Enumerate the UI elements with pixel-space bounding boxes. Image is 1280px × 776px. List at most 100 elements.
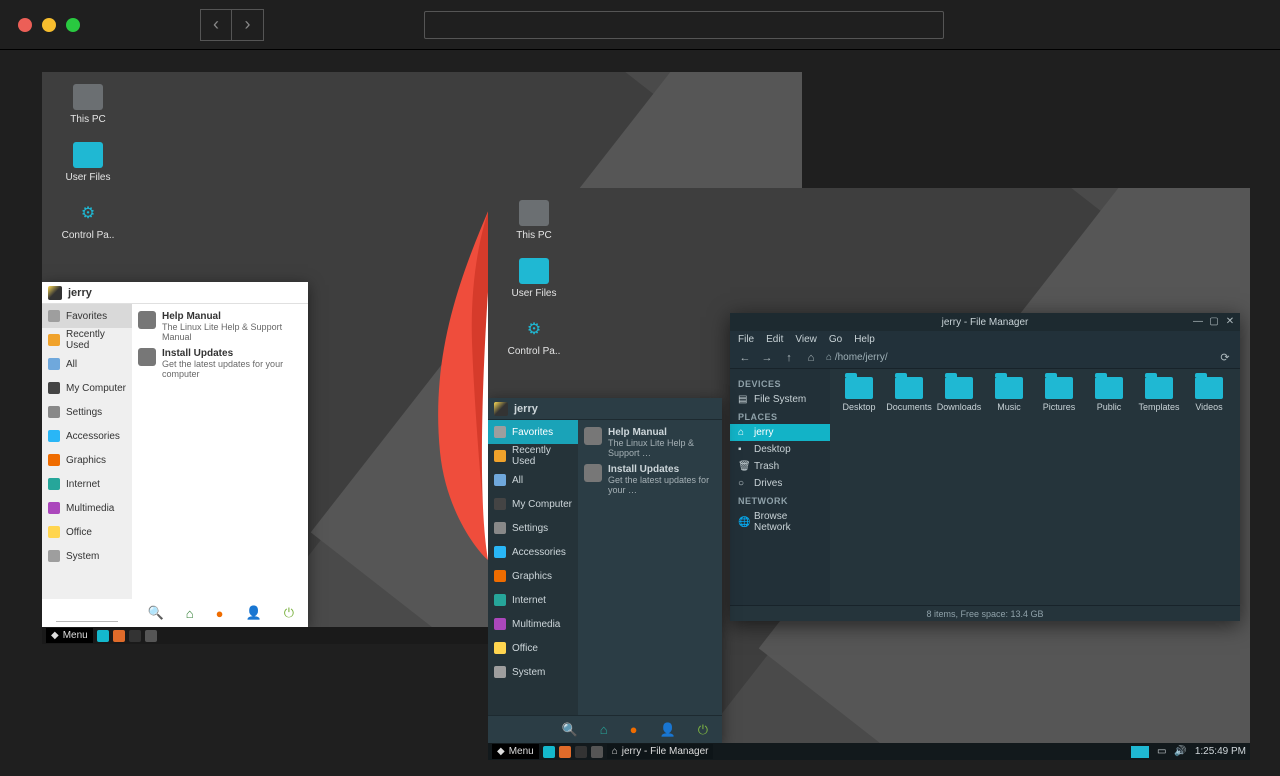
fm-up-button[interactable]: ↑ [782, 352, 796, 364]
taskbar-menu-button[interactable]: ◆Menu [46, 628, 93, 643]
close-dot[interactable] [18, 18, 32, 32]
start-menu-category[interactable]: Internet [42, 472, 132, 496]
fm-side-item[interactable]: ▪Desktop [730, 441, 830, 458]
lock-icon[interactable]: ● [216, 606, 224, 621]
fm-menu-item[interactable]: Help [854, 334, 875, 345]
folder-icon [1195, 377, 1223, 399]
desktop-icon-gear[interactable]: ⚙Control Pa.. [504, 316, 564, 357]
taskbar-menu-button[interactable]: ◆Menu [492, 744, 539, 759]
fm-minimize-button[interactable]: — [1192, 315, 1204, 327]
start-menu-category[interactable]: My Computer [42, 376, 132, 400]
fm-refresh-button[interactable]: ⟳ [1218, 351, 1232, 364]
start-menu-category[interactable]: System [42, 544, 132, 568]
start-menu-category[interactable]: Favorites [42, 304, 132, 328]
start-menu-category[interactable]: All [488, 468, 578, 492]
desktop-icon: ▪ [738, 444, 748, 455]
start-menu-category[interactable]: Office [42, 520, 132, 544]
desktop-icon-pc[interactable]: This PC [504, 200, 564, 241]
search-icon[interactable]: 🔍 [562, 722, 578, 738]
start-menu-category[interactable]: Settings [488, 516, 578, 540]
taskbar-firefox-icon[interactable] [113, 630, 125, 642]
start-menu-app[interactable]: Install UpdatesGet the latest updates fo… [136, 345, 304, 382]
tray-display-icon[interactable]: ▭ [1157, 746, 1166, 757]
fm-menubar: File Edit View Go Help [730, 331, 1240, 347]
category-label: Internet [512, 595, 546, 606]
nav-back-button[interactable]: ‹ [200, 9, 232, 41]
user-icon[interactable]: 👤 [660, 722, 676, 738]
fm-folder[interactable]: Downloads [934, 377, 984, 412]
fm-folder[interactable]: Public [1084, 377, 1134, 412]
start-menu-app[interactable]: Help ManualThe Linux Lite Help & Support… [136, 308, 304, 345]
fm-folder[interactable]: Pictures [1034, 377, 1084, 412]
taskbar-filemanager-icon[interactable] [97, 630, 109, 642]
start-menu-category[interactable]: Accessories [488, 540, 578, 564]
app-title: Install Updates [162, 348, 302, 359]
start-menu-search[interactable] [56, 604, 118, 622]
tray-volume-icon[interactable]: 🔊 [1174, 746, 1186, 757]
taskbar-firefox-icon[interactable] [559, 746, 571, 758]
taskbar-terminal-icon[interactable] [129, 630, 141, 642]
fm-side-item[interactable]: 🗑Trash [730, 458, 830, 475]
start-menu-category[interactable]: Graphics [488, 564, 578, 588]
search-icon[interactable]: 🔍 [148, 605, 164, 621]
desktop-icon-folder[interactable]: User Files [58, 142, 118, 183]
start-menu-category[interactable]: Multimedia [42, 496, 132, 520]
start-menu-category[interactable]: Office [488, 636, 578, 660]
start-menu-category[interactable]: Settings [42, 400, 132, 424]
taskbar-task-filemanager[interactable]: ⌂jerry - File Manager [607, 744, 714, 759]
lock-icon[interactable]: ● [630, 722, 638, 737]
taskbar-app-icon[interactable] [145, 630, 157, 642]
taskbar-app-icon[interactable] [591, 746, 603, 758]
start-menu-category[interactable]: Graphics [42, 448, 132, 472]
fm-folder[interactable]: Templates [1134, 377, 1184, 412]
fm-folder[interactable]: Desktop [834, 377, 884, 412]
taskbar-filemanager-icon[interactable] [543, 746, 555, 758]
folder-label: Videos [1184, 402, 1234, 412]
power-icon[interactable]: ⏻ [698, 722, 708, 738]
fm-side-item[interactable]: ⌂jerry [730, 424, 830, 441]
fm-maximize-button[interactable]: ▢ [1208, 315, 1220, 327]
fm-menu-item[interactable]: View [795, 334, 817, 345]
user-icon[interactable]: 👤 [246, 605, 262, 621]
start-menu-app[interactable]: Install UpdatesGet the latest updates fo… [582, 461, 718, 498]
workspace-indicator[interactable] [1131, 746, 1149, 758]
start-menu-category[interactable]: Internet [488, 588, 578, 612]
fm-forward-button[interactable]: → [760, 352, 774, 364]
fm-folder[interactable]: Videos [1184, 377, 1234, 412]
nav-forward-button[interactable]: › [232, 9, 264, 41]
start-menu-category[interactable]: My Computer [488, 492, 578, 516]
taskbar-terminal-icon[interactable] [575, 746, 587, 758]
start-menu-category[interactable]: System [488, 660, 578, 684]
fm-side-item[interactable]: ▤File System [730, 391, 830, 408]
start-menu-category[interactable]: Favorites [488, 420, 578, 444]
fm-path[interactable]: ⌂ /home/jerry/ [826, 352, 1210, 363]
trash-icon: 🗑 [738, 461, 748, 472]
home-icon[interactable]: ⌂ [186, 606, 194, 621]
fm-menu-item[interactable]: Go [829, 334, 842, 345]
start-menu-category[interactable]: Accessories [42, 424, 132, 448]
address-bar[interactable] [424, 11, 944, 39]
fm-folder[interactable]: Music [984, 377, 1034, 412]
fm-home-button[interactable]: ⌂ [804, 352, 818, 364]
desktop-icon-gear[interactable]: ⚙Control Pa.. [58, 200, 118, 241]
start-menu-category[interactable]: Recently Used [488, 444, 578, 468]
category-label: Multimedia [66, 503, 114, 514]
desktop-icon-pc[interactable]: This PC [58, 84, 118, 125]
fm-folder[interactable]: Documents [884, 377, 934, 412]
start-menu-category[interactable]: Multimedia [488, 612, 578, 636]
desktop-icon-folder[interactable]: User Files [504, 258, 564, 299]
fm-back-button[interactable]: ← [738, 352, 752, 364]
fm-menu-item[interactable]: Edit [766, 334, 783, 345]
fm-close-button[interactable]: ✕ [1224, 315, 1236, 327]
home-icon[interactable]: ⌂ [600, 722, 608, 737]
start-menu-category[interactable]: Recently Used [42, 328, 132, 352]
fm-menu-item[interactable]: File [738, 334, 754, 345]
fm-side-item[interactable]: ○Drives [730, 475, 830, 492]
fm-side-item[interactable]: 🌐Browse Network [730, 508, 830, 536]
tray-clock[interactable]: 1:25:49 PM [1195, 746, 1246, 757]
power-icon[interactable]: ⏻ [284, 605, 294, 621]
minimize-dot[interactable] [42, 18, 56, 32]
zoom-dot[interactable] [66, 18, 80, 32]
start-menu-category[interactable]: All [42, 352, 132, 376]
start-menu-app[interactable]: Help ManualThe Linux Lite Help & Support… [582, 424, 718, 461]
